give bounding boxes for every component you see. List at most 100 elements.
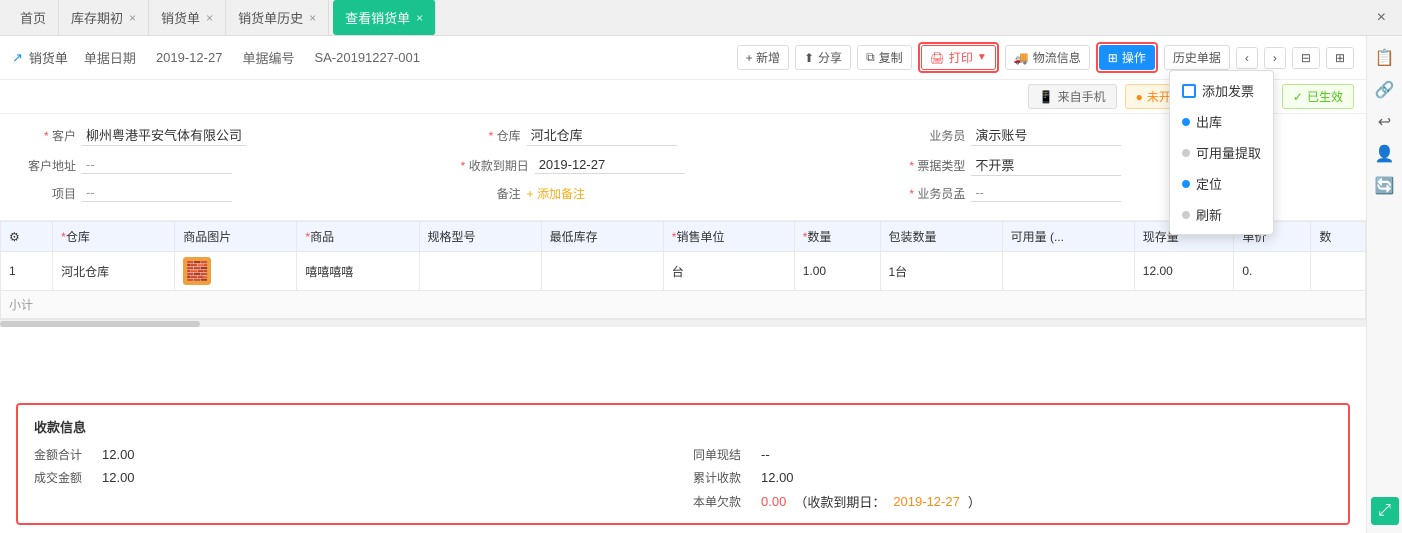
form-type-label: 销货单	[29, 48, 68, 67]
cumulative-value: 12.00	[761, 470, 794, 485]
tab-view-sales-close[interactable]: ×	[416, 11, 423, 25]
effective-btn[interactable]: ✓ 已生效	[1282, 84, 1354, 109]
sales-order-icon: ↗	[12, 50, 23, 66]
th-warehouse: *仓库	[53, 222, 175, 252]
sidebar-icon-expand[interactable]: ⤢	[1371, 497, 1399, 525]
sidebar-icon-user[interactable]: 👤	[1371, 140, 1399, 168]
status-row: 📱 来自手机 ● 未开票 ✓ 已核销 ✓ 已生效	[0, 80, 1366, 114]
from-phone-btn[interactable]: 📱 来自手机	[1028, 84, 1117, 109]
tab-inventory-label: 库存期初	[71, 8, 123, 27]
dropdown-outbound[interactable]: 出库	[1170, 106, 1273, 137]
history-button[interactable]: 历史单据	[1164, 45, 1230, 70]
tab-sales-label: 销货单	[161, 8, 200, 27]
ticket-value[interactable]: 不开票	[971, 154, 1121, 176]
horizontal-scrollbar[interactable]	[0, 319, 1366, 327]
share-button[interactable]: ⬆ 分享	[795, 45, 851, 70]
project-value[interactable]: --	[82, 184, 232, 202]
cell-min-stock	[541, 252, 663, 291]
tab-view-sales[interactable]: 查看销货单 ×	[333, 0, 436, 35]
tab-sales[interactable]: 销货单 ×	[149, 0, 226, 35]
tab-inventory-close[interactable]: ×	[129, 11, 136, 25]
total-label: 金额合计	[34, 446, 94, 463]
cell-current: 12.00	[1134, 252, 1234, 291]
print-button[interactable]: 🖨 打印 ▼	[921, 45, 996, 70]
dropdown-refresh[interactable]: 刷新	[1170, 199, 1273, 230]
print-label: 打印	[949, 49, 973, 66]
sidebar-icon-link[interactable]: 🔗	[1371, 76, 1399, 104]
ops-label: 操作	[1122, 49, 1146, 66]
sidebar-icon-sync[interactable]: 🔄	[1371, 172, 1399, 200]
tab-sales-close[interactable]: ×	[206, 11, 213, 25]
warehouse-value[interactable]: 河北仓库	[527, 124, 677, 146]
note-group: 备注 添加备注	[461, 185, 906, 202]
tab-bar: 首页 库存期初 × 销货单 × 销货单历史 × 查看销货单 × ×	[0, 0, 1402, 36]
grid-view-button[interactable]: ⊟	[1292, 47, 1320, 69]
add-invoice-icon	[1182, 84, 1196, 98]
window-close[interactable]: ×	[1369, 9, 1394, 27]
copy-icon: ⧉	[866, 50, 875, 65]
invoice-icon: ●	[1136, 90, 1143, 104]
dropdown-available-qty[interactable]: 可用量提取	[1170, 137, 1273, 168]
due-date-value[interactable]: 2019-12-27	[535, 156, 685, 174]
share-icon: ⬆	[804, 51, 814, 65]
cumulative-label: 累计收款	[693, 469, 753, 486]
refresh-label: 刷新	[1196, 205, 1222, 224]
form-header: ↗ 销货单 单据日期 2019-12-27 单据编号 SA-20191227-0…	[0, 36, 1366, 80]
form-title-group: ↗ 销货单	[12, 48, 68, 67]
list-view-button[interactable]: ⊞	[1326, 47, 1354, 69]
cumulative-row: 累计收款 12.00	[693, 469, 1332, 486]
address-label: 客户地址	[16, 157, 76, 174]
field-row-2: 客户地址 -- 收款到期日 2019-12-27 票据类型 不开票	[16, 154, 1350, 176]
next-button[interactable]: ›	[1264, 47, 1286, 69]
subtotal-cell: 小计	[1, 291, 1366, 319]
project-group: 项目 --	[16, 184, 461, 202]
dropdown-add-invoice[interactable]: 添加发票	[1170, 75, 1273, 106]
cell-qty: 1.00	[794, 252, 880, 291]
no-value: SA-20191227-001	[314, 50, 420, 65]
no-label: 单据编号	[242, 48, 294, 67]
sidebar-icon-undo[interactable]: ↩	[1371, 108, 1399, 136]
summary-col-left: 金额合计 12.00 成交金额 12.00	[34, 446, 673, 511]
th-settings[interactable]: ⚙	[1, 222, 53, 252]
prev-button[interactable]: ‹	[1236, 47, 1258, 69]
add-note-btn[interactable]: 添加备注	[527, 185, 585, 202]
content-area: ↗ 销货单 单据日期 2019-12-27 单据编号 SA-20191227-0…	[0, 36, 1366, 533]
cell-image: 🧱	[175, 252, 297, 291]
copy-label: 复制	[879, 49, 903, 66]
staff2-label: 业务员孟	[905, 185, 965, 202]
effective-icon: ✓	[1293, 90, 1303, 104]
customer-value[interactable]: 柳州粤港平安气体有限公司	[82, 124, 246, 146]
ops-button[interactable]: ⊞ 操作	[1099, 45, 1155, 70]
th-pack-qty: 包装数量	[880, 222, 1002, 252]
note-label: 备注	[461, 185, 521, 202]
customer-group: 客户 柳州粤港平安气体有限公司	[16, 124, 461, 146]
logistics-button[interactable]: 🚚 物流信息	[1005, 45, 1090, 70]
right-sidebar: 📋 🔗 ↩ 👤 🔄 ⤢	[1366, 36, 1402, 533]
tab-history[interactable]: 销货单历史 ×	[226, 0, 329, 35]
summary-title: 收款信息	[34, 417, 1332, 436]
tab-history-close[interactable]: ×	[309, 11, 316, 25]
effective-label: 已生效	[1307, 88, 1343, 105]
copy-button[interactable]: ⧉ 复制	[857, 45, 912, 70]
staff2-group: 业务员孟 --	[905, 184, 1350, 202]
logistics-label: 物流信息	[1033, 49, 1081, 66]
total-value: 12.00	[102, 447, 135, 462]
staff2-value[interactable]: --	[971, 184, 1121, 202]
cell-amount	[1311, 252, 1366, 291]
deal-row: 成交金额 12.00	[34, 469, 673, 486]
due-hint: （收款到期日：	[794, 492, 885, 511]
customer-label: 客户	[16, 127, 76, 144]
ops-icon: ⊞	[1108, 51, 1118, 65]
due-hint-end: ）	[968, 492, 981, 511]
balance-value: 0.00	[761, 494, 786, 509]
from-phone-label: 来自手机	[1058, 88, 1106, 105]
scroll-thumb[interactable]	[0, 321, 200, 327]
new-button[interactable]: + 新增	[737, 45, 789, 70]
sidebar-icon-doc[interactable]: 📋	[1371, 44, 1399, 72]
dropdown-locate[interactable]: 定位	[1170, 168, 1273, 199]
tab-inventory[interactable]: 库存期初 ×	[59, 0, 149, 35]
phone-icon: 📱	[1039, 90, 1054, 104]
address-value[interactable]: --	[82, 156, 232, 174]
product-thumbnail-icon: 🧱	[186, 261, 208, 282]
tab-home[interactable]: 首页	[8, 0, 59, 35]
